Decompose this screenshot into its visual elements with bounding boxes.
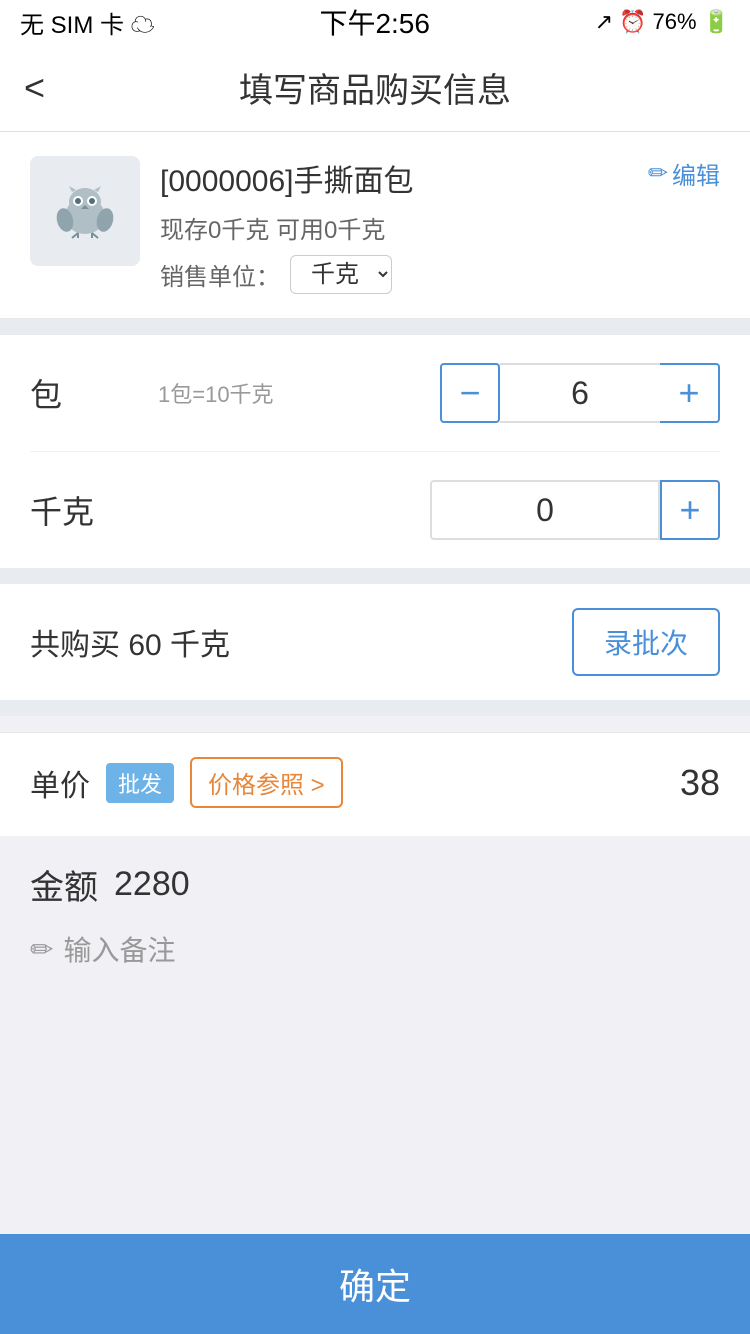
separator-3 (0, 700, 750, 716)
unit-select[interactable]: 千克 (290, 255, 392, 294)
kg-input-row: 千克 + (30, 452, 720, 568)
summary-text: 共购买 60 千克 (30, 620, 230, 664)
amount-label: 金额 (30, 860, 98, 909)
product-name: [0000006]手撕面包 (160, 156, 628, 200)
kg-label: 千克 (30, 487, 150, 533)
amount-row: 金额 2280 (30, 860, 720, 909)
price-section: 单价 批发 价格参照 > 38 (0, 732, 750, 836)
product-card: [0000006]手撕面包 现存0千克 可用0千克 销售单位： 千克 ✏ 编辑 (0, 132, 750, 319)
kg-quantity-input[interactable] (430, 480, 660, 540)
input-section: 包 1包=10千克 − + 千克 + (0, 335, 750, 568)
batch-button[interactable]: 录批次 (572, 608, 720, 676)
price-label: 单价 (30, 761, 90, 805)
status-time: 下午2:56 (319, 2, 430, 42)
price-ref-button[interactable]: 价格参照 > (190, 757, 343, 808)
price-type-tag: 批发 (106, 763, 174, 803)
sim-label: 无 SIM 卡 ☁ (20, 5, 155, 40)
product-info: [0000006]手撕面包 现存0千克 可用0千克 销售单位： 千克 (160, 156, 628, 294)
separator-1 (0, 319, 750, 335)
product-unit-row: 销售单位： 千克 (160, 255, 628, 294)
pencil-icon: ✏ (30, 933, 53, 966)
bag-sublabel: 1包=10千克 (158, 377, 440, 409)
status-right: ↗ ⏰ 76% 🔋 (595, 9, 730, 35)
bag-quantity-input[interactable] (500, 363, 660, 423)
confirm-button[interactable]: 确定 (0, 1234, 750, 1334)
bag-decrement-button[interactable]: − (440, 363, 500, 423)
product-image (30, 156, 140, 266)
bag-increment-button[interactable]: + (660, 363, 720, 423)
note-row[interactable]: ✏ 输入备注 (30, 929, 720, 969)
nav-bar: < 填写商品购买信息 (0, 44, 750, 132)
status-left: 无 SIM 卡 ☁ (20, 5, 155, 40)
summary-section: 共购买 60 千克 录批次 (0, 584, 750, 700)
bag-label: 包 (30, 370, 150, 416)
product-stock: 现存0千克 可用0千克 (160, 210, 628, 245)
price-value: 38 (680, 762, 720, 804)
bag-input-row: 包 1包=10千克 − + (30, 335, 720, 452)
product-logo (45, 181, 125, 241)
edit-label: 编辑 (672, 156, 720, 191)
amount-section: 金额 2280 ✏ 输入备注 (0, 836, 750, 1234)
amount-value: 2280 (114, 865, 190, 904)
kg-quantity-control: + (430, 480, 720, 540)
note-placeholder[interactable]: 输入备注 (63, 929, 175, 969)
edit-button[interactable]: ✏ 编辑 (648, 156, 720, 191)
page-title: 填写商品购买信息 (239, 63, 511, 112)
kg-increment-button[interactable]: + (660, 480, 720, 540)
back-button[interactable]: < (24, 67, 45, 109)
location-icon: ↗ (595, 9, 613, 35)
battery-label: 76% (653, 9, 697, 35)
status-bar: 无 SIM 卡 ☁ 下午2:56 ↗ ⏰ 76% 🔋 (0, 0, 750, 44)
bag-quantity-control: − + (440, 363, 720, 423)
separator-2 (0, 568, 750, 584)
alarm-icon: ⏰ (619, 9, 646, 35)
unit-label: 销售单位： (160, 257, 280, 292)
price-row: 单价 批发 价格参照 > 38 (30, 757, 720, 808)
battery-icon: 🔋 (703, 9, 730, 35)
edit-icon: ✏ (648, 159, 668, 188)
